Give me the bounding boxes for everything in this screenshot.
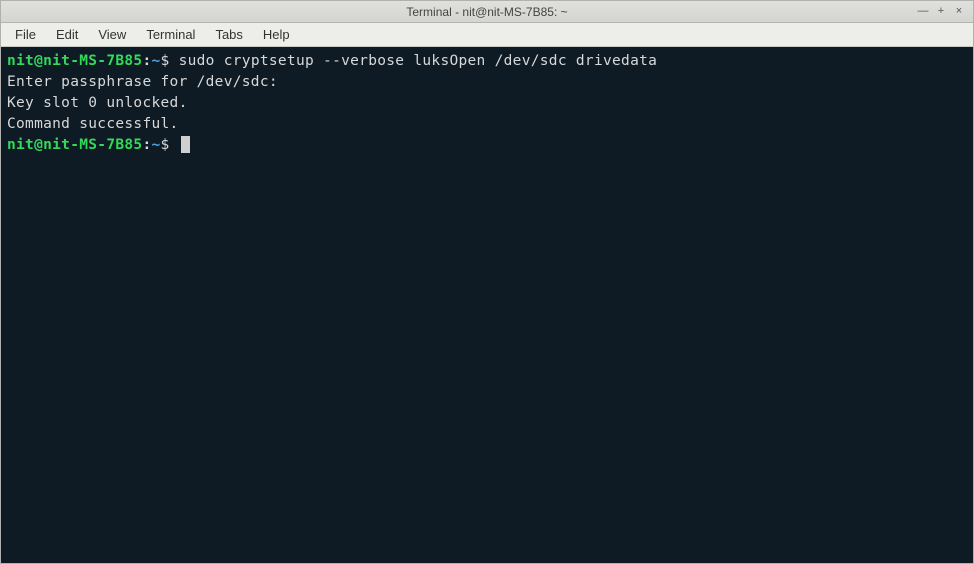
prompt-path: ~ — [151, 53, 160, 69]
prompt-user: nit@nit-MS-7B85 — [7, 137, 142, 153]
close-button[interactable]: × — [953, 6, 965, 18]
titlebar[interactable]: Terminal - nit@nit-MS-7B85: ~ — + × — [1, 1, 973, 23]
output-line: Command successful. — [7, 114, 967, 135]
cursor-block — [181, 136, 190, 153]
prompt-end: $ — [161, 53, 179, 69]
window-title: Terminal - nit@nit-MS-7B85: ~ — [406, 5, 567, 19]
menu-help[interactable]: Help — [253, 24, 300, 45]
output-line: Key slot 0 unlocked. — [7, 93, 967, 114]
prompt-user: nit@nit-MS-7B85 — [7, 53, 142, 69]
maximize-button[interactable]: + — [935, 6, 947, 18]
menu-file[interactable]: File — [5, 24, 46, 45]
prompt-line-2: nit@nit-MS-7B85:~$ — [7, 135, 967, 156]
output-line: Enter passphrase for /dev/sdc: — [7, 72, 967, 93]
terminal-area[interactable]: nit@nit-MS-7B85:~$ sudo cryptsetup --ver… — [1, 47, 973, 563]
menu-edit[interactable]: Edit — [46, 24, 88, 45]
menu-tabs[interactable]: Tabs — [205, 24, 252, 45]
menu-view[interactable]: View — [88, 24, 136, 45]
minimize-button[interactable]: — — [917, 6, 929, 18]
prompt-path: ~ — [151, 137, 160, 153]
menubar: File Edit View Terminal Tabs Help — [1, 23, 973, 47]
window-controls: — + × — [917, 6, 973, 18]
terminal-window: Terminal - nit@nit-MS-7B85: ~ — + × File… — [0, 0, 974, 564]
prompt-end: $ — [161, 137, 179, 153]
command-text: sudo cryptsetup --verbose luksOpen /dev/… — [179, 53, 658, 69]
prompt-line-1: nit@nit-MS-7B85:~$ sudo cryptsetup --ver… — [7, 51, 967, 72]
menu-terminal[interactable]: Terminal — [136, 24, 205, 45]
